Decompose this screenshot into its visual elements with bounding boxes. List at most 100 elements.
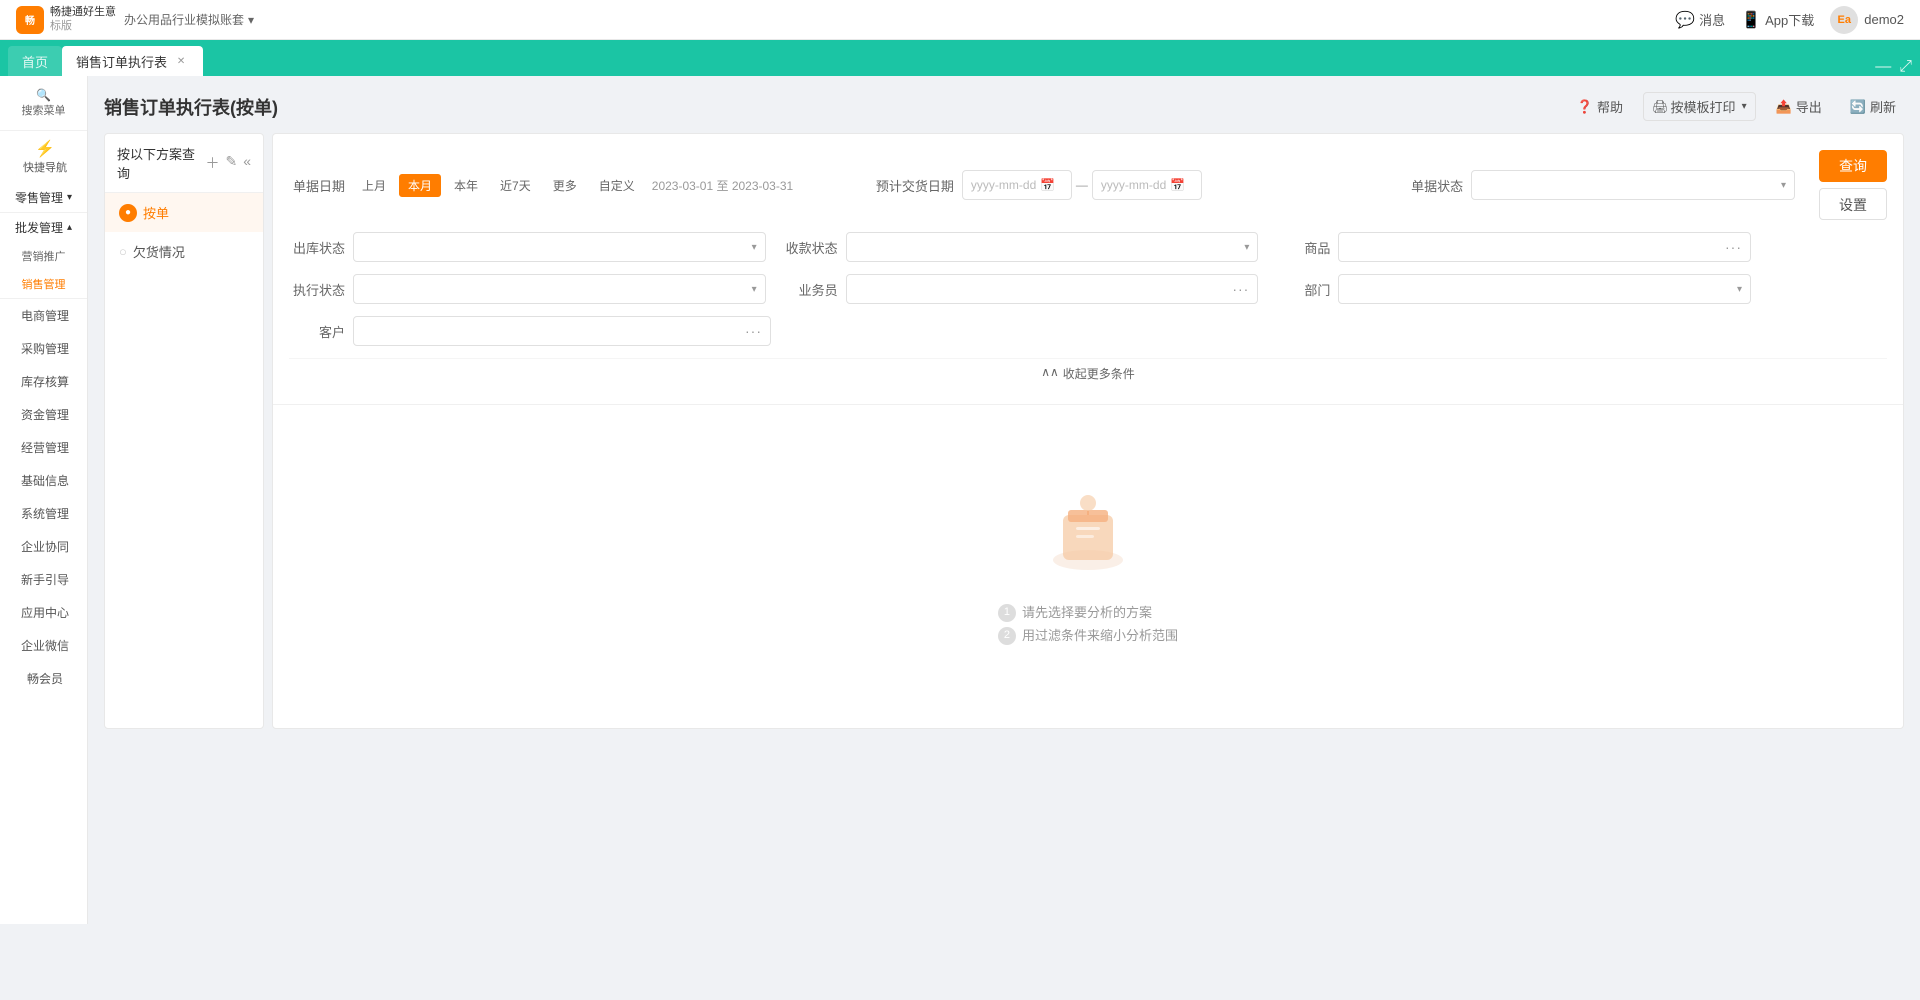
date-label: 单据日期 — [289, 176, 345, 195]
query-button[interactable]: 查询 — [1819, 150, 1887, 182]
customer-more-icon[interactable]: ··· — [745, 323, 762, 339]
wholesale-group-header[interactable]: 批发管理 ▴ — [0, 213, 87, 242]
dept-select[interactable]: ▾ — [1338, 274, 1751, 304]
salesman-select[interactable]: ··· — [846, 274, 1259, 304]
salesman-more-icon[interactable]: ··· — [1232, 281, 1249, 297]
tab-minimize-icon[interactable]: — — [1875, 58, 1891, 76]
add-scheme-button[interactable]: ＋ — [205, 153, 219, 173]
tab-home[interactable]: 首页 — [8, 46, 62, 76]
collapse-label: 收起更多条件 — [1063, 365, 1135, 382]
ship-status-select[interactable]: ▾ — [353, 232, 766, 262]
sidebar-item-member[interactable]: 畅会员 — [0, 662, 87, 695]
print-button[interactable]: 🖨 按模板打印 ▾ — [1643, 92, 1756, 121]
exec-status-select[interactable]: ▾ — [353, 274, 766, 304]
settings-button[interactable]: 设置 — [1819, 188, 1887, 220]
date-tag-近7天[interactable]: 近7天 — [491, 174, 540, 197]
empty-hint-row-2: 2 用过滤条件来缩小分析范围 — [998, 624, 1178, 647]
edit-scheme-button[interactable]: ✎ — [225, 153, 237, 173]
empty-illustration — [1038, 485, 1138, 585]
goods-more-icon[interactable]: ··· — [1725, 239, 1742, 255]
sidebar-item-basic[interactable]: 基础信息 — [0, 464, 87, 497]
goods-label: 商品 — [1274, 238, 1330, 257]
tab-sales-order[interactable]: 销售订单执行表 ✕ — [62, 46, 203, 76]
breadcrumb: 办公用品行业模拟账套 ▾ — [124, 11, 254, 28]
tab-sales-order-label: 销售订单执行表 — [76, 52, 167, 71]
collect-status-select[interactable]: ▾ — [846, 232, 1259, 262]
filter-group-collect-status: 收款状态 ▾ — [782, 232, 1259, 262]
left-panel-item-按单-label: 按单 — [143, 203, 169, 222]
retail-group-header[interactable]: 零售管理 ▾ — [0, 183, 87, 212]
date-range-picker: yyyy-mm-dd 📅 — yyyy-mm-dd 📅 — [962, 170, 1202, 200]
date-from-placeholder: yyyy-mm-dd — [971, 178, 1036, 192]
left-panel-item-欠货情况[interactable]: ○ 欠货情况 — [105, 232, 263, 271]
quick-nav-icon: ⚡ — [35, 139, 55, 159]
sidebar-group-retail: 零售管理 ▾ — [0, 183, 87, 213]
hint-num-2: 2 — [998, 627, 1016, 645]
app-download-action[interactable]: 📱 App下载 — [1741, 10, 1814, 30]
date-tag-上月[interactable]: 上月 — [353, 174, 395, 197]
app-download-label: App下载 — [1765, 10, 1814, 29]
logo-area: 畅 畅捷通好生意 标版 — [16, 6, 116, 34]
sidebar-item-inventory[interactable]: 库存核算 — [0, 365, 87, 398]
help-button[interactable]: ❓ 帮助 — [1569, 93, 1631, 120]
goods-select[interactable]: ··· — [1338, 232, 1751, 262]
sidebar-item-system[interactable]: 系统管理 — [0, 497, 87, 530]
sidebar-item-quick-nav[interactable]: ⚡ 快捷导航 — [0, 131, 87, 183]
wechat-label: 企业微信 — [21, 637, 69, 654]
expected-date-from[interactable]: yyyy-mm-dd 📅 — [962, 170, 1072, 200]
left-panel-header-actions: ＋ ✎ « — [205, 153, 251, 173]
sales-label: 销售管理 — [22, 276, 66, 292]
breadcrumb-arrow[interactable]: ▾ — [248, 13, 254, 27]
date-to-placeholder: yyyy-mm-dd — [1101, 178, 1166, 192]
dept-arrow: ▾ — [1737, 284, 1742, 295]
user-area[interactable]: Ea demo2 — [1830, 6, 1904, 34]
sidebar-item-operations[interactable]: 经营管理 — [0, 431, 87, 464]
header-right: 💬 消息 📱 App下载 Ea demo2 — [1675, 6, 1904, 34]
sidebar-item-finance[interactable]: 资金管理 — [0, 398, 87, 431]
expected-date-label: 预计交货日期 — [874, 176, 954, 195]
sidebar-item-enterprise[interactable]: 企业协同 — [0, 530, 87, 563]
expected-date-to[interactable]: yyyy-mm-dd 📅 — [1092, 170, 1202, 200]
sidebar-item-purchase[interactable]: 采购管理 — [0, 332, 87, 365]
sidebar-sub-sales[interactable]: 销售管理 — [0, 270, 87, 298]
refresh-button[interactable]: 🔄 刷新 — [1842, 93, 1904, 120]
message-action[interactable]: 💬 消息 — [1675, 10, 1725, 30]
tab-close-icon[interactable]: ✕ — [173, 53, 189, 69]
date-tag-更多[interactable]: 更多 — [544, 174, 586, 197]
order-status-label: 单据状态 — [1407, 176, 1463, 195]
date-tag-本年[interactable]: 本年 — [445, 174, 487, 197]
exec-status-label: 执行状态 — [289, 280, 345, 299]
filter-group-ship-status: 出库状态 ▾ — [289, 232, 766, 262]
sidebar-item-appcenter[interactable]: 应用中心 — [0, 596, 87, 629]
app-download-icon: 📱 — [1741, 10, 1761, 30]
left-panel-header: 按以下方案查询 ＋ ✎ « — [105, 134, 263, 193]
sidebar-sub-marketing[interactable]: 营销推广 — [0, 242, 87, 270]
tab-maximize-icon[interactable]: ⤢ — [1899, 58, 1912, 76]
sidebar-item-newuser[interactable]: 新手引导 — [0, 563, 87, 596]
enterprise-label: 企业协同 — [21, 538, 69, 555]
inactive-scheme-icon: ○ — [119, 244, 127, 259]
search-menu-button[interactable]: 🔍 搜索菜单 — [8, 84, 79, 122]
operations-label: 经营管理 — [21, 439, 69, 456]
collect-status-arrow: ▾ — [1244, 242, 1249, 253]
sidebar-search-area: 🔍 搜索菜单 — [0, 76, 87, 131]
filter-group-exec-status: 执行状态 ▾ — [289, 274, 766, 304]
date-tag-自定义[interactable]: 自定义 — [590, 174, 644, 197]
collapse-panel-button[interactable]: « — [243, 153, 251, 173]
empty-hints: 1 请先选择要分析的方案 2 用过滤条件来缩小分析范围 — [998, 601, 1178, 648]
marketing-label: 营销推广 — [22, 248, 66, 264]
filter-group-dept: 部门 ▾ — [1274, 274, 1751, 304]
customer-select[interactable]: ··· — [353, 316, 771, 346]
search-icon: 🔍 — [36, 88, 51, 102]
export-button[interactable]: 📤 导出 — [1768, 93, 1830, 120]
hint-text-2: 用过滤条件来缩小分析范围 — [1022, 624, 1178, 647]
collapse-row[interactable]: ∧∧ 收起更多条件 — [289, 358, 1887, 388]
order-status-select[interactable]: ▾ — [1471, 170, 1795, 200]
collect-status-label: 收款状态 — [782, 238, 838, 257]
left-panel: 按以下方案查询 ＋ ✎ « ● 按单 ○ 欠货情况 — [104, 133, 264, 729]
sidebar-item-ecommerce[interactable]: 电商管理 — [0, 299, 87, 332]
date-tag-本月[interactable]: 本月 — [399, 174, 441, 197]
left-panel-item-按单[interactable]: ● 按单 — [105, 193, 263, 232]
sidebar-item-wechat[interactable]: 企业微信 — [0, 629, 87, 662]
ship-status-arrow: ▾ — [752, 242, 757, 253]
